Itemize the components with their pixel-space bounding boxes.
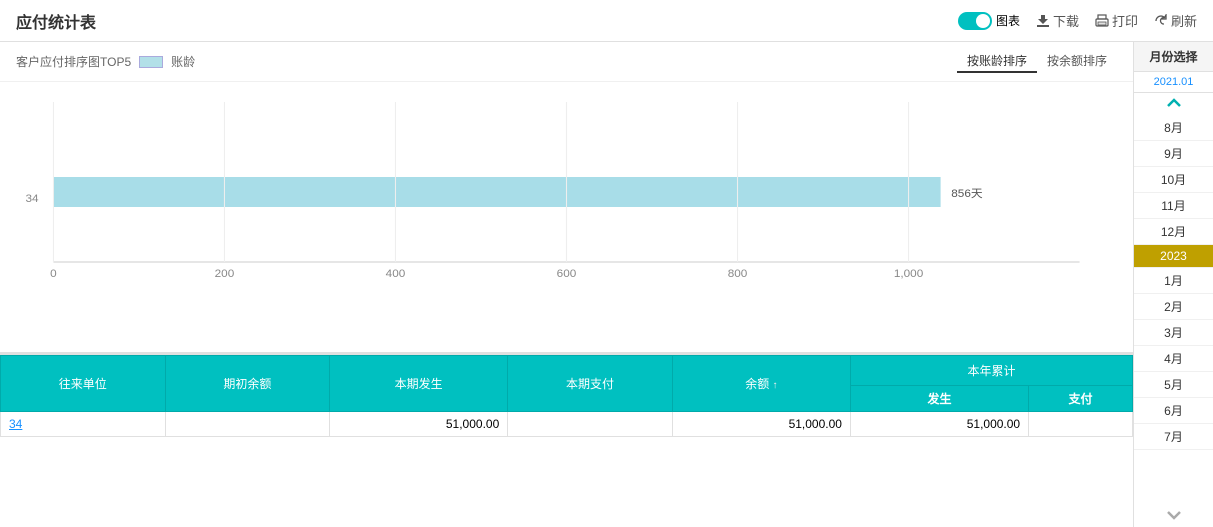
svg-text:856天: 856天 bbox=[951, 188, 982, 200]
sidebar-month-4[interactable]: 4月 bbox=[1134, 346, 1213, 372]
sidebar-month-1[interactable]: 1月 bbox=[1134, 268, 1213, 294]
download-icon bbox=[1036, 14, 1050, 28]
svg-text:34: 34 bbox=[26, 193, 39, 205]
cell-pay bbox=[508, 412, 673, 437]
chevron-down-icon bbox=[1166, 510, 1182, 520]
sidebar-year-button[interactable]: 2021.01 bbox=[1134, 72, 1213, 93]
col-pay-header: 本期支付 bbox=[508, 356, 673, 412]
print-button[interactable]: 打印 bbox=[1095, 11, 1138, 30]
data-table: 往来单位 期初余额 本期发生 本期支付 余额 ↑ 本年累计 bbox=[0, 355, 1133, 437]
sort-by-age-button[interactable]: 按账龄排序 bbox=[957, 50, 1037, 73]
cell-year-occur: 51,000.00 bbox=[850, 412, 1028, 437]
bar-chart-svg: 34 856天 0 200 400 600 800 1,000 bbox=[0, 82, 1133, 322]
print-icon bbox=[1095, 14, 1109, 28]
download-label: 下载 bbox=[1053, 11, 1079, 30]
sidebar-down-button[interactable] bbox=[1134, 505, 1213, 527]
sidebar-month-7[interactable]: 7月 bbox=[1134, 424, 1213, 450]
chart-section: 客户应付排序图TOP5 账龄 按账龄排序 按余额排序 34 856天 bbox=[0, 42, 1133, 527]
page-title: 应付统计表 bbox=[16, 9, 96, 33]
svg-text:800: 800 bbox=[728, 268, 748, 280]
col-year-header: 本年累计 bbox=[850, 356, 1132, 386]
table-wrapper: 往来单位 期初余额 本期发生 本期支付 余额 ↑ 本年累计 bbox=[0, 355, 1133, 437]
cell-unit: 34 bbox=[1, 412, 166, 437]
chart-legend-box-label: 账龄 bbox=[171, 53, 195, 70]
col-unit-header: 往来单位 bbox=[1, 356, 166, 412]
chart-toggle-label: 图表 bbox=[996, 12, 1020, 29]
svg-text:1,000: 1,000 bbox=[894, 268, 923, 280]
table-row: 34 51,000.00 51,000.00 51,000.00 bbox=[1, 412, 1133, 437]
col-year-occur-header: 发生 bbox=[850, 386, 1028, 412]
sidebar-month-11[interactable]: 11月 bbox=[1134, 193, 1213, 219]
table-section: 往来单位 期初余额 本期发生 本期支付 余额 ↑ 本年累计 bbox=[0, 352, 1133, 437]
cell-balance: 51,000.00 bbox=[672, 412, 850, 437]
print-label: 打印 bbox=[1112, 11, 1138, 30]
chart-sort-buttons: 按账龄排序 按余额排序 bbox=[957, 50, 1117, 73]
col-occur-header: 本期发生 bbox=[330, 356, 508, 412]
toggle-switch-icon[interactable] bbox=[958, 12, 992, 30]
table-header-row: 往来单位 期初余额 本期发生 本期支付 余额 ↑ 本年累计 bbox=[1, 356, 1133, 386]
sort-by-balance-button[interactable]: 按余额排序 bbox=[1037, 50, 1117, 73]
chart-legend-label: 客户应付排序图TOP5 bbox=[16, 53, 131, 70]
sidebar-month-2[interactable]: 2月 bbox=[1134, 294, 1213, 320]
chart-toggle[interactable]: 图表 bbox=[958, 12, 1020, 30]
svg-text:400: 400 bbox=[386, 268, 406, 280]
cell-year-pay bbox=[1029, 412, 1133, 437]
sidebar: 月份选择 2021.01 8月 9月 10月 11月 12月 2023 1月 2… bbox=[1133, 42, 1213, 527]
app-container: 应付统计表 图表 下载 打印 刷新 bbox=[0, 0, 1213, 527]
sidebar-month-3[interactable]: 3月 bbox=[1134, 320, 1213, 346]
sidebar-month-6[interactable]: 6月 bbox=[1134, 398, 1213, 424]
main-content: 客户应付排序图TOP5 账龄 按账龄排序 按余额排序 34 856天 bbox=[0, 42, 1213, 527]
refresh-label: 刷新 bbox=[1171, 11, 1197, 30]
header: 应付统计表 图表 下载 打印 刷新 bbox=[0, 0, 1213, 42]
col-balance-header: 余额 ↑ bbox=[672, 356, 850, 412]
sidebar-year-marker: 2023 bbox=[1134, 245, 1213, 268]
sidebar-month-9[interactable]: 9月 bbox=[1134, 141, 1213, 167]
col-year-pay-header: 支付 bbox=[1029, 386, 1133, 412]
chevron-up-icon bbox=[1166, 98, 1182, 108]
chart-area: 34 856天 0 200 400 600 800 1,000 bbox=[0, 82, 1133, 352]
svg-text:200: 200 bbox=[215, 268, 235, 280]
svg-text:0: 0 bbox=[50, 268, 57, 280]
header-actions: 图表 下载 打印 刷新 bbox=[958, 11, 1197, 30]
sidebar-months: 8月 9月 10月 11月 12月 2023 1月 2月 3月 4月 5月 6月… bbox=[1134, 115, 1213, 505]
sidebar-month-5[interactable]: 5月 bbox=[1134, 372, 1213, 398]
legend-box bbox=[139, 56, 163, 68]
refresh-icon bbox=[1154, 14, 1168, 28]
sidebar-month-12[interactable]: 12月 bbox=[1134, 219, 1213, 245]
refresh-button[interactable]: 刷新 bbox=[1154, 11, 1197, 30]
col-opening-header: 期初余额 bbox=[165, 356, 330, 412]
sidebar-month-8[interactable]: 8月 bbox=[1134, 115, 1213, 141]
svg-text:600: 600 bbox=[557, 268, 577, 280]
cell-opening bbox=[165, 412, 330, 437]
download-button[interactable]: 下载 bbox=[1036, 11, 1079, 30]
sidebar-month-10[interactable]: 10月 bbox=[1134, 167, 1213, 193]
chart-header: 客户应付排序图TOP5 账龄 按账龄排序 按余额排序 bbox=[0, 42, 1133, 82]
chart-legend: 客户应付排序图TOP5 账龄 bbox=[16, 53, 195, 70]
unit-link[interactable]: 34 bbox=[9, 417, 22, 431]
cell-occur: 51,000.00 bbox=[330, 412, 508, 437]
sidebar-up-button[interactable] bbox=[1134, 93, 1213, 115]
sidebar-title: 月份选择 bbox=[1134, 42, 1213, 72]
